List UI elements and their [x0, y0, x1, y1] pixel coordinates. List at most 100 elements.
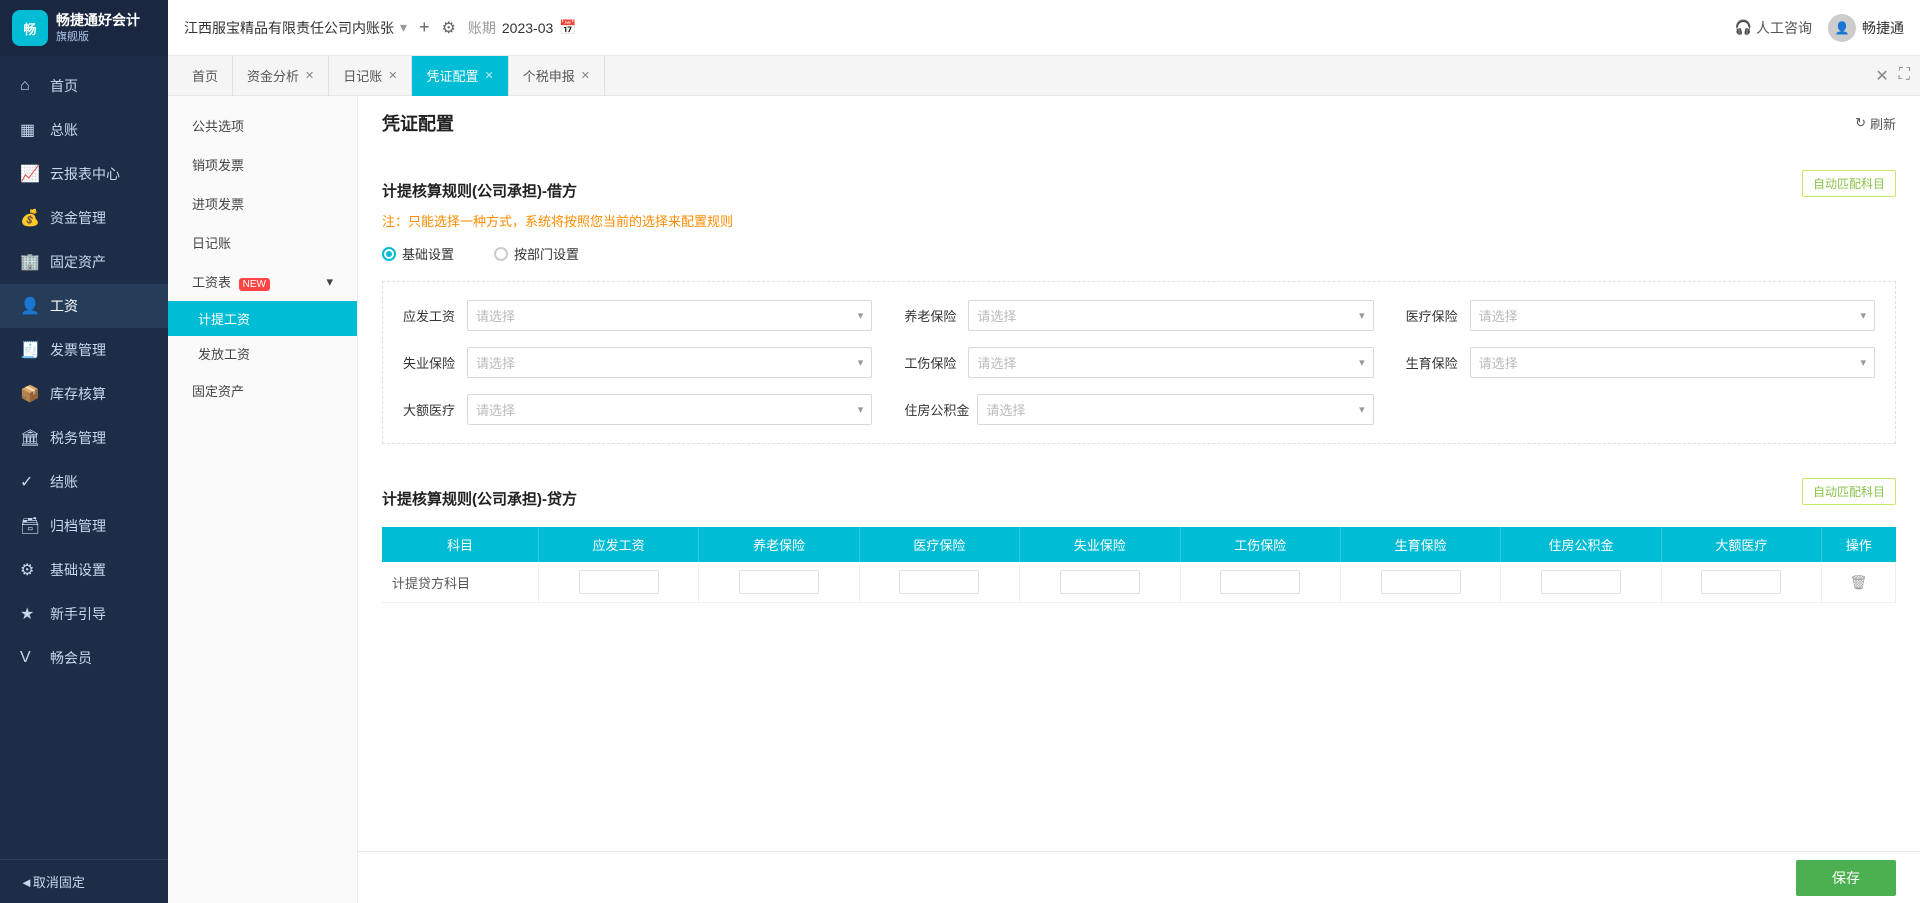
col-sheng-yu: 生育保险 [1340, 527, 1500, 562]
radio-basic[interactable]: 基础设置 [382, 244, 454, 263]
left-panel-salary-table[interactable]: 工资表 NEW ▾ [168, 262, 357, 301]
left-panel-sales-invoice[interactable]: 销项发票 [168, 145, 357, 184]
tab-funds-analysis[interactable]: 资金分析 ✕ [233, 56, 329, 96]
left-panel-pay-salary[interactable]: 发放工资 [168, 336, 357, 371]
left-panel-public[interactable]: 公共选项 [168, 106, 357, 145]
sidebar-item-salary[interactable]: 👤 工资 [0, 284, 168, 328]
sidebar-item-tax[interactable]: 🏛 税务管理 [0, 416, 168, 460]
field-yang-lao: 养老保险 请选择 ▾ [904, 300, 1373, 331]
radio-department-circle [494, 247, 508, 261]
service-button[interactable]: 🎧 人工咨询 [1735, 18, 1812, 38]
topbar-right: 🎧 人工咨询 👤 畅捷通 [1735, 14, 1904, 42]
select-ying-fa-gongzi[interactable]: 请选择 ▾ [467, 300, 872, 331]
left-panel-purchase-invoice[interactable]: 进项发票 [168, 184, 357, 223]
avatar: 👤 [1828, 14, 1856, 42]
tab-tax-report[interactable]: 个税申报 ✕ [509, 56, 605, 96]
tab-home[interactable]: 首页 [178, 56, 233, 96]
cell-shi-ye-input [1020, 562, 1180, 603]
left-panel-fixed-assets[interactable]: 固定资产 [168, 371, 357, 410]
funds-icon: 💰 [20, 208, 40, 228]
refresh-icon: ↻ [1855, 115, 1866, 131]
sidebar-item-settlement[interactable]: ✓ 结账 [0, 460, 168, 504]
auto-match-debit-button[interactable]: 自动匹配科目 [1802, 170, 1896, 197]
input-sheng-yu[interactable] [1381, 570, 1461, 594]
cancel-pin-button[interactable]: ◄取消固定 [0, 859, 168, 903]
salary-icon: 👤 [20, 296, 40, 316]
close-journal[interactable]: ✕ [388, 69, 397, 82]
tab-tax-report-label: 个税申报 [523, 66, 575, 85]
sidebar-item-ledger[interactable]: ▦ 总账 [0, 108, 168, 152]
select-da-e[interactable]: 请选择 ▾ [467, 394, 872, 425]
tax-icon: 🏛 [20, 428, 40, 448]
select-yi-liao[interactable]: 请选择 ▾ [1470, 300, 1875, 331]
company-name: 江西服宝精品有限责任公司内账张 [184, 18, 394, 38]
settings-icon[interactable]: ⚙ [442, 18, 456, 38]
close-funds-analysis[interactable]: ✕ [305, 69, 314, 82]
col-shi-ye: 失业保险 [1020, 527, 1180, 562]
expand-icon[interactable]: ⛶ [1899, 66, 1910, 86]
sidebar-item-home[interactable]: ⌂ 首页 [0, 64, 168, 108]
logo-sub: 旗舰版 [56, 28, 140, 44]
delete-row-button[interactable]: 🗑 [1850, 574, 1868, 590]
close-tax-report[interactable]: ✕ [581, 69, 590, 82]
page-title: 凭证配置 [382, 110, 454, 136]
select-yang-lao[interactable]: 请选择 ▾ [968, 300, 1373, 331]
sidebar-item-vip[interactable]: V 畅会员 [0, 636, 168, 680]
dropdown-arrow: ▾ [858, 403, 864, 416]
sidebar-item-inventory[interactable]: 📦 库存核算 [0, 372, 168, 416]
tab-journal[interactable]: 日记账 ✕ [329, 56, 412, 96]
close-tab-icon[interactable]: ✕ [1875, 66, 1888, 86]
service-label: 人工咨询 [1756, 18, 1812, 38]
sidebar-label-home: 首页 [50, 76, 78, 96]
debit-form-grid: 应发工资 请选择 ▾ 养老保险 请选择 ▾ [382, 281, 1896, 444]
close-voucher-config[interactable]: ✕ [485, 69, 494, 82]
sidebar-item-invoice-mgmt[interactable]: 🧾 发票管理 [0, 328, 168, 372]
period-selector[interactable]: 账期 2023-03 📅 [468, 18, 577, 38]
auto-match-credit-button[interactable]: 自动匹配科目 [1802, 478, 1896, 505]
sidebar-item-archive[interactable]: 🗃 归档管理 [0, 504, 168, 548]
sidebar-item-assets[interactable]: 🏢 固定资产 [0, 240, 168, 284]
sidebar-label-settlement: 结账 [50, 472, 78, 492]
sidebar-item-basic[interactable]: ⚙ 基础设置 [0, 548, 168, 592]
field-gong-shang: 工伤保险 请选择 ▾ [904, 347, 1373, 378]
sidebar-item-reports[interactable]: 📈 云报表中心 [0, 152, 168, 196]
left-panel-journal[interactable]: 日记账 [168, 223, 357, 262]
cell-sheng-yu-input [1340, 562, 1500, 603]
cell-action: 🗑 [1822, 562, 1896, 603]
select-zhu-fang[interactable]: 请选择 ▾ [977, 394, 1373, 425]
input-ying-fa[interactable] [579, 570, 659, 594]
input-yang-lao[interactable] [739, 570, 819, 594]
add-account-button[interactable]: + [419, 17, 430, 38]
sidebar-item-guide[interactable]: ★ 新手引导 [0, 592, 168, 636]
input-gong-shang[interactable] [1220, 570, 1300, 594]
credit-section: 计提核算规则(公司承担)-贷方 自动匹配科目 科目 应发工资 养老保险 医疗保险 [382, 468, 1896, 603]
tab-voucher-config[interactable]: 凭证配置 ✕ [412, 56, 508, 96]
radio-department[interactable]: 按部门设置 [494, 244, 579, 263]
refresh-button[interactable]: ↻ 刷新 [1855, 114, 1896, 133]
table-row: 计提贷方科目 🗑 [382, 562, 1896, 603]
input-da-e[interactable] [1701, 570, 1781, 594]
select-shi-ye[interactable]: 请选择 ▾ [467, 347, 872, 378]
input-shi-ye[interactable] [1060, 570, 1140, 594]
input-yi-liao[interactable] [899, 570, 979, 594]
right-content: 凭证配置 ↻ 刷新 计提核算规则(公司承担)-借方 自动匹配科目 注：只能选择一… [358, 96, 1920, 903]
radio-basic-circle [382, 247, 396, 261]
company-dropdown-arrow: ▾ [400, 19, 407, 36]
refresh-label: 刷新 [1870, 114, 1896, 133]
field-da-e: 大额医疗 请选择 ▾ [403, 394, 872, 425]
ledger-icon: ▦ [20, 120, 40, 140]
left-panel: 公共选项 销项发票 进项发票 日记账 工资表 NEW ▾ 计提工资 [168, 96, 358, 903]
user-menu[interactable]: 👤 畅捷通 [1828, 14, 1904, 42]
select-gong-shang[interactable]: 请选择 ▾ [968, 347, 1373, 378]
company-selector[interactable]: 江西服宝精品有限责任公司内账张 ▾ [184, 18, 407, 38]
sidebar-label-ledger: 总账 [50, 120, 78, 140]
save-button[interactable]: 保存 [1796, 860, 1896, 896]
left-panel-calculate-salary[interactable]: 计提工资 [168, 301, 357, 336]
user-name: 畅捷通 [1862, 18, 1904, 38]
label-yi-liao: 医疗保险 [1406, 306, 1462, 325]
col-ying-fa: 应发工资 [538, 527, 698, 562]
guide-icon: ★ [20, 604, 40, 624]
input-zhu-fang[interactable] [1541, 570, 1621, 594]
select-sheng-yu[interactable]: 请选择 ▾ [1470, 347, 1875, 378]
sidebar-item-funds[interactable]: 💰 资金管理 [0, 196, 168, 240]
